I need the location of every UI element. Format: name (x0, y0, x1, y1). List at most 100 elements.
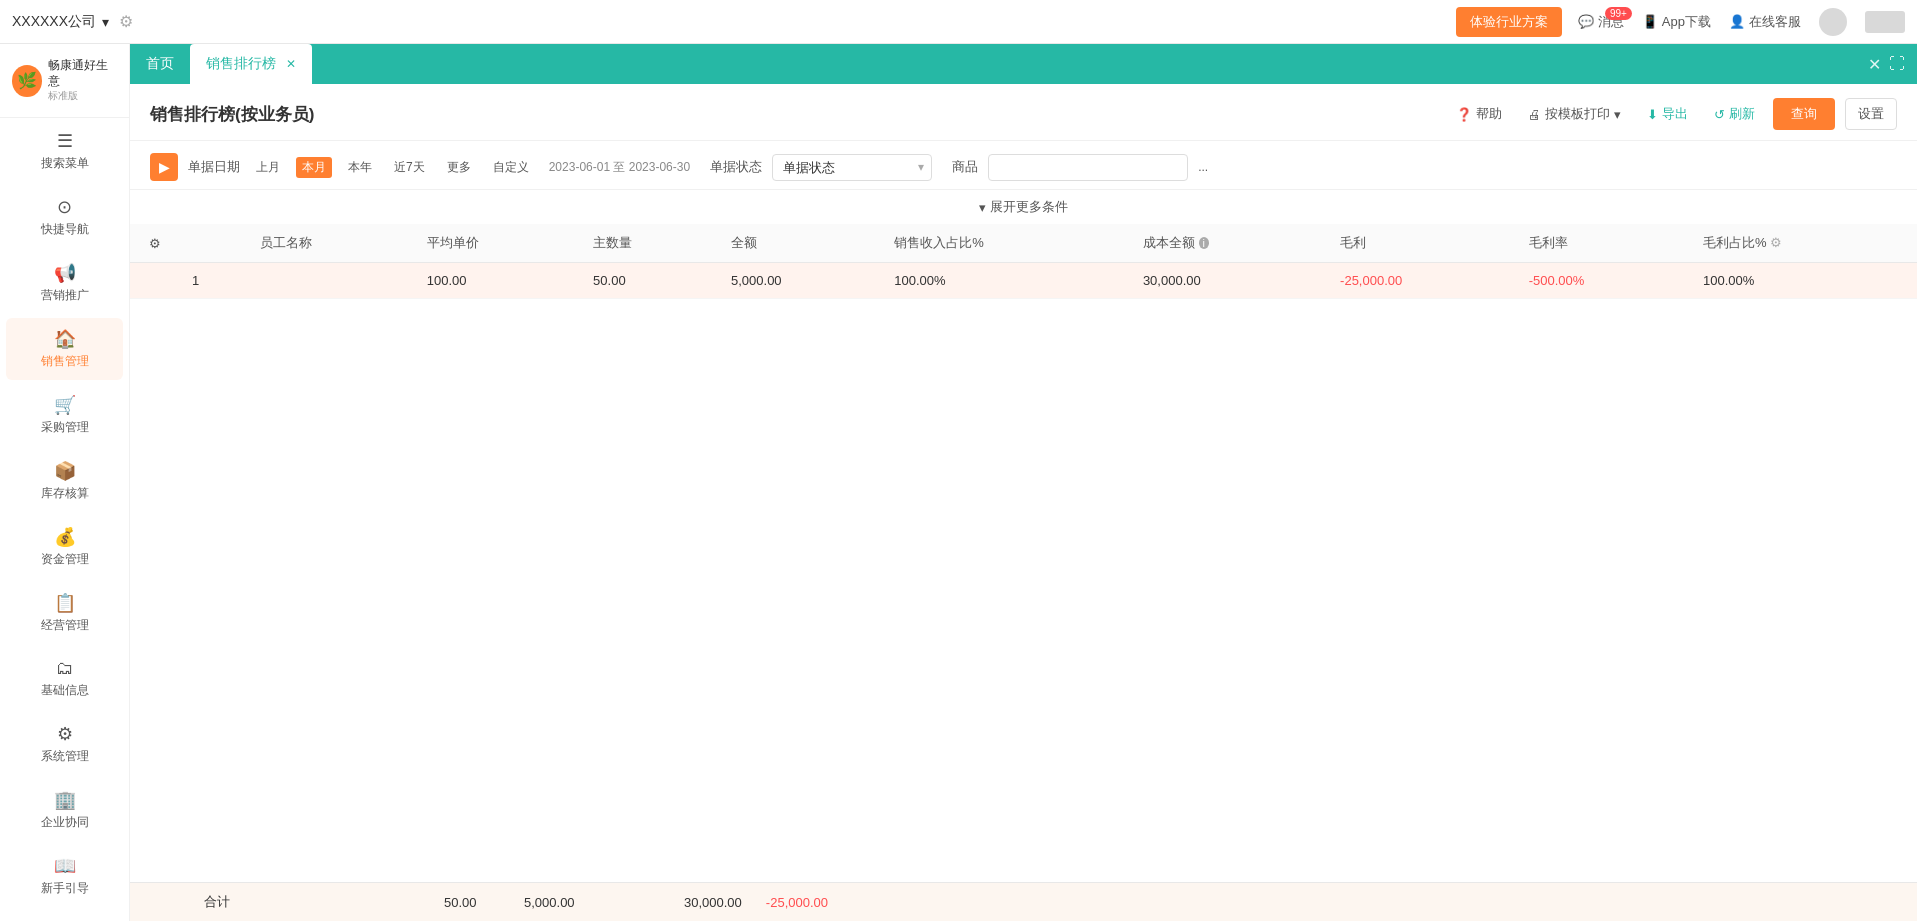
page-header: 销售排行榜(按业务员) ❓ 帮助 🖨 按模板打印 ▾ ⬇ (130, 84, 1917, 141)
tab-sales-ranking[interactable]: 销售排行榜 ✕ (190, 44, 312, 84)
cell-rank: 1 (180, 263, 248, 299)
system-icon: ⚙ (57, 723, 73, 745)
tab-home[interactable]: 首页 (130, 44, 190, 84)
sidebar-item-inventory[interactable]: 📦 库存核算 (6, 450, 123, 512)
filter-row-date: ▶ 单据日期 上月 本月 本年 近7天 更多 自定义 2023-06-01 至 … (150, 153, 690, 181)
filter-toggle-btn[interactable]: ▶ (150, 153, 178, 181)
col-settings-icon: ⚙ (149, 236, 161, 251)
page-header-actions: ❓ 帮助 🖨 按模板打印 ▾ ⬇ 导出 ↺ (1448, 98, 1897, 130)
cell-qty: 50.00 (581, 263, 719, 299)
app-download-btn[interactable]: 📱 App下载 (1642, 13, 1711, 31)
tab-restore-icon[interactable]: ⛶ (1889, 55, 1905, 73)
footer-total-label: 合计 (192, 893, 272, 911)
logo-text: 畅康通好生意 (48, 58, 117, 89)
basic-info-icon: 🗂 (56, 658, 74, 679)
finance-icon: 💰 (54, 526, 76, 548)
date-option-custom[interactable]: 自定义 (487, 157, 535, 178)
print-btn[interactable]: 🖨 按模板打印 ▾ (1520, 101, 1629, 127)
sidebar-item-purchase[interactable]: 🛒 采购管理 (6, 384, 123, 446)
sidebar-item-finance[interactable]: 💰 资金管理 (6, 516, 123, 578)
tab-bar: 首页 销售排行榜 ✕ ✕ ⛶ (130, 44, 1917, 84)
cell-gross-rate: -500.00% (1517, 263, 1691, 299)
sidebar-item-system[interactable]: ⚙ 系统管理 (6, 713, 123, 775)
sidebar-item-marketing[interactable]: 📢 营销推广 (6, 252, 123, 314)
tab-bar-actions: ✕ ⛶ (1868, 55, 1917, 74)
date-option-7days[interactable]: 近7天 (388, 157, 431, 178)
goods-input[interactable] (988, 154, 1188, 181)
export-btn[interactable]: ⬇ 导出 (1639, 101, 1696, 127)
table-row: 1 100.00 50.00 5,000.00 100.00% 30,000.0… (130, 263, 1917, 299)
company-selector[interactable]: XXXXXX公司 ▾ (12, 13, 109, 31)
filter-more-btn[interactable]: ... (1198, 160, 1208, 174)
date-filter-label: 单据日期 (188, 158, 240, 176)
sidebar-item-label: 采购管理 (41, 419, 89, 436)
col-avg-price: 平均单价 (415, 224, 581, 263)
col-amount: 全额 (719, 224, 882, 263)
cell-settings (130, 263, 180, 299)
col-gross: 毛利 (1328, 224, 1517, 263)
tab-close-all-icon[interactable]: ✕ (1868, 55, 1881, 74)
query-btn[interactable]: 查询 (1773, 98, 1835, 130)
top-bar-right: 💬 消息 99+ 📱 App下载 👤 在线客服 (1578, 8, 1905, 36)
date-option-last-month[interactable]: 上月 (250, 157, 286, 178)
message-icon: 💬 (1578, 14, 1594, 29)
gear-icon[interactable]: ⚙ (119, 13, 133, 30)
cell-cost: 30,000.00 (1131, 263, 1328, 299)
sidebar-item-sales[interactable]: 🏠 销售管理 (6, 318, 123, 380)
cell-avg-price: 100.00 (415, 263, 581, 299)
user-name-placeholder (1865, 11, 1905, 33)
footer-amount: 5,000.00 (512, 895, 592, 910)
expand-icon: ▾ (979, 200, 986, 215)
date-option-more[interactable]: 更多 (441, 157, 477, 178)
date-option-this-month[interactable]: 本月 (296, 157, 332, 178)
service-icon: 👤 (1729, 14, 1745, 29)
status-select[interactable]: 单据状态 (772, 154, 932, 181)
data-table: ⚙ 员工名称 平均单价 主数量 全额 销售收入占比% 成本全额 i 毛利 毛 (130, 224, 1917, 299)
sidebar-item-label: 搜索菜单 (41, 155, 89, 172)
col-gross-pct-settings-icon[interactable]: ⚙ (1770, 235, 1782, 250)
quick-nav-icon: ⊙ (57, 196, 72, 218)
tab-close-icon[interactable]: ✕ (286, 57, 296, 71)
help-icon: ❓ (1456, 107, 1472, 122)
sidebar-item-operations[interactable]: 📋 经营管理 (6, 582, 123, 644)
sidebar-item-enterprise-collab[interactable]: 🏢 企业协同 (6, 779, 123, 841)
sidebar-item-label: 资金管理 (41, 551, 89, 568)
col-rank (180, 224, 248, 263)
page-content: 销售排行榜(按业务员) ❓ 帮助 🖨 按模板打印 ▾ ⬇ (130, 84, 1917, 921)
status-filter-label: 单据状态 (710, 158, 762, 176)
settings-btn[interactable]: 设置 (1845, 98, 1897, 130)
sales-icon: 🏠 (54, 328, 76, 350)
help-btn[interactable]: ❓ 帮助 (1448, 101, 1510, 127)
industry-btn[interactable]: 体验行业方案 (1456, 7, 1562, 37)
online-service-btn[interactable]: 👤 在线客服 (1729, 13, 1801, 31)
footer-qty: 50.00 (432, 895, 512, 910)
marketing-icon: 📢 (54, 262, 76, 284)
refresh-btn[interactable]: ↺ 刷新 (1706, 101, 1763, 127)
sidebar: 🌿 畅康通好生意 标准版 ☰ 搜索菜单 ⊙ 快捷导航 📢 营销推广 🏠 销售管理… (0, 44, 130, 921)
message-btn[interactable]: 💬 消息 99+ (1578, 13, 1624, 31)
date-range: 2023-06-01 至 2023-06-30 (549, 159, 690, 176)
sidebar-item-app-center[interactable]: 📱 应用中心 (6, 911, 123, 921)
service-label: 在线客服 (1749, 13, 1801, 31)
col-settings[interactable]: ⚙ (130, 224, 180, 263)
col-gross-pct: 毛利占比% ⚙ (1691, 224, 1917, 263)
sidebar-item-label: 营销推广 (41, 287, 89, 304)
print-icon: 🖨 (1528, 107, 1541, 122)
inventory-icon: 📦 (54, 460, 76, 482)
avatar[interactable] (1819, 8, 1847, 36)
sidebar-item-quick-nav[interactable]: ⊙ 快捷导航 (6, 186, 123, 248)
page-title: 销售排行榜(按业务员) (150, 103, 314, 126)
sidebar-item-guide[interactable]: 📖 新手引导 (6, 845, 123, 907)
footer-gross: -25,000.00 (754, 895, 840, 910)
cell-gross-pct: 100.00% (1691, 263, 1917, 299)
col-employee: 员工名称 (248, 224, 414, 263)
sidebar-item-basic-info[interactable]: 🗂 基础信息 (6, 648, 123, 709)
expand-conditions-btn[interactable]: ▾ 展开更多条件 (969, 196, 1078, 218)
footer-cost: 30,000.00 (672, 895, 754, 910)
filter-row-goods: 商品 ... (952, 154, 1208, 181)
top-bar: XXXXXX公司 ▾ ⚙ 体验行业方案 💬 消息 99+ 📱 App下载 👤 在… (0, 0, 1917, 44)
content-area: 首页 销售排行榜 ✕ ✕ ⛶ 销售排行榜(按业务员) ❓ (130, 44, 1917, 921)
logo-icon: 🌿 (12, 65, 42, 97)
sidebar-item-search-order[interactable]: ☰ 搜索菜单 (6, 120, 123, 182)
date-option-this-year[interactable]: 本年 (342, 157, 378, 178)
